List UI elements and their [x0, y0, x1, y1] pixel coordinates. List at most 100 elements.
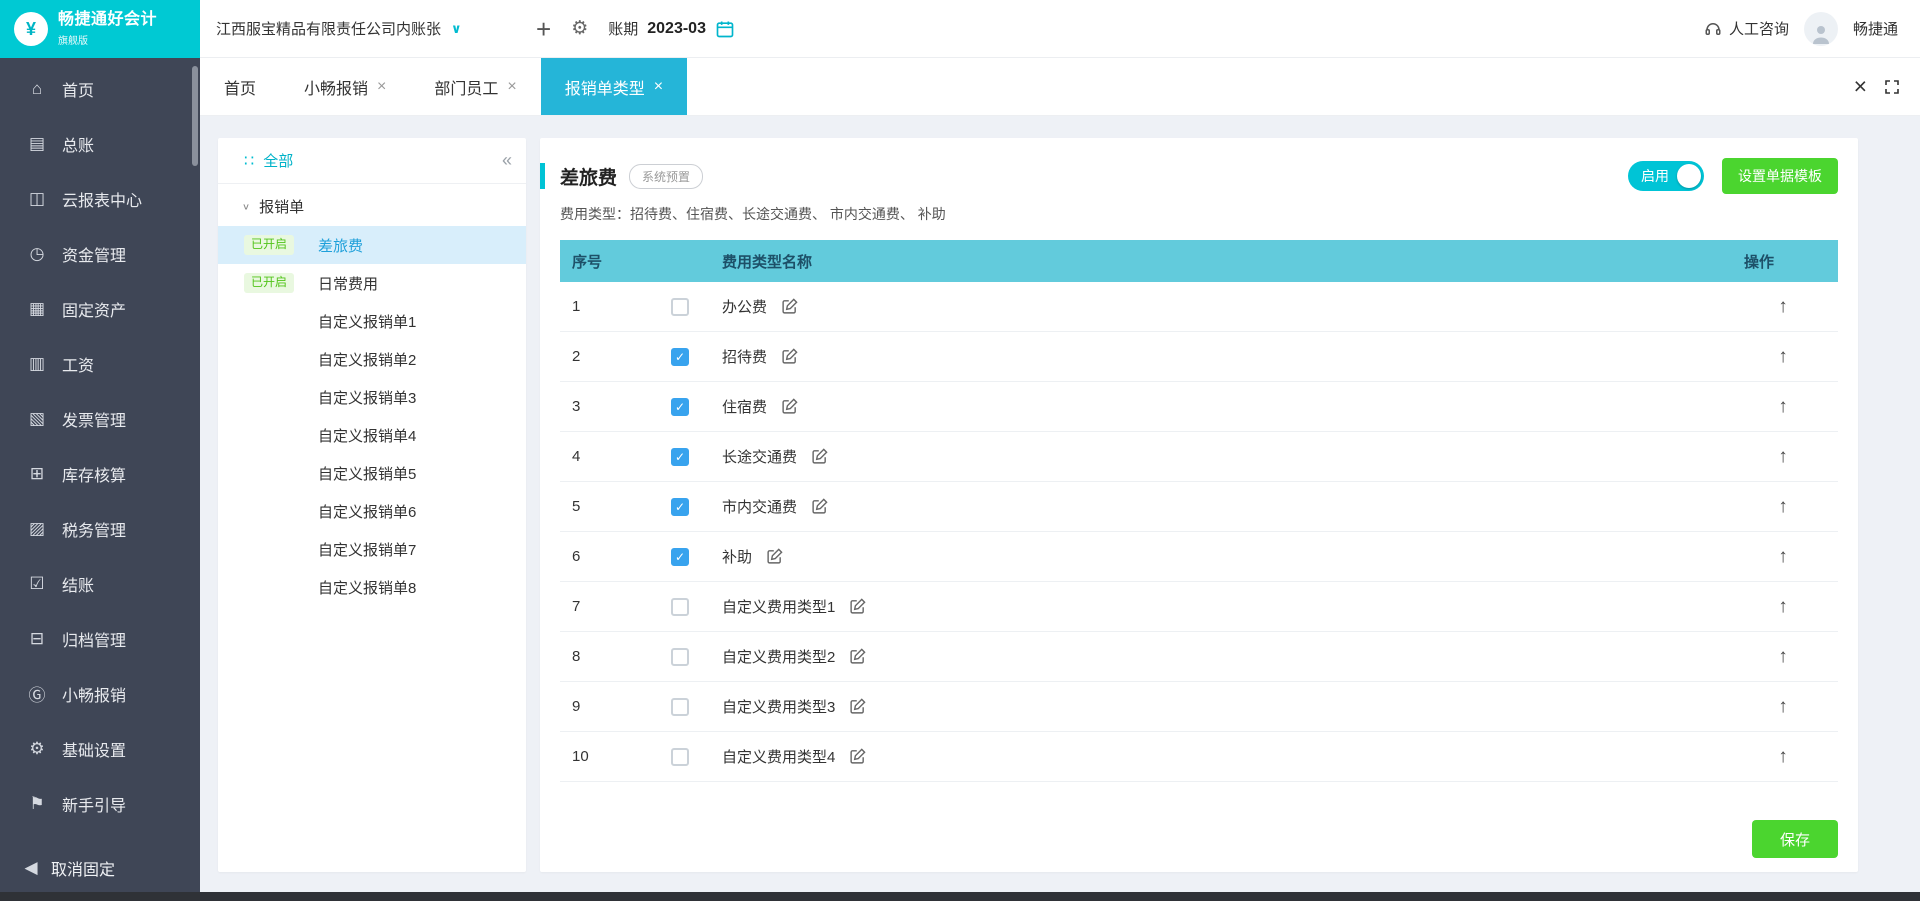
- sidebar-item[interactable]: ▧ 发票管理: [0, 391, 200, 446]
- move-up-icon[interactable]: ↑: [1778, 497, 1788, 516]
- tab[interactable]: 报销单类型 ×: [540, 58, 688, 115]
- sidebar-item[interactable]: ▤ 总账: [0, 116, 200, 171]
- edit-icon[interactable]: [849, 598, 866, 615]
- edit-icon[interactable]: [781, 348, 798, 365]
- app-logo[interactable]: ¥ 畅捷通好会计 旗舰版: [0, 0, 200, 58]
- enabled-badge: 已开启: [244, 273, 295, 293]
- edit-icon[interactable]: [849, 748, 866, 765]
- tree-item[interactable]: 自定义报销单7: [218, 530, 526, 568]
- support-link[interactable]: 人工咨询: [1704, 18, 1789, 39]
- sidebar-item[interactable]: ▨ 税务管理: [0, 501, 200, 556]
- tab-close-icon[interactable]: ×: [377, 78, 386, 95]
- edit-icon[interactable]: [811, 498, 828, 515]
- row-checkbox-cell: ✓: [650, 447, 710, 466]
- gear-icon[interactable]: ⚙: [571, 19, 588, 38]
- company-selector[interactable]: 江西服宝精品有限责任公司内账张 ∨: [216, 18, 516, 39]
- enable-toggle[interactable]: 启用: [1628, 161, 1704, 191]
- tree-item-label: 自定义报销单6: [318, 503, 417, 521]
- edit-icon[interactable]: [781, 298, 798, 315]
- sidebar-item[interactable]: ☑ 结账: [0, 556, 200, 611]
- period-selector[interactable]: 账期 2023-03: [608, 18, 735, 39]
- unpin-sidebar-button[interactable]: ◀ 取消固定: [0, 844, 200, 892]
- calendar-icon[interactable]: [715, 19, 735, 39]
- move-up-icon[interactable]: ↑: [1778, 297, 1788, 316]
- tree-item[interactable]: 自定义报销单2: [218, 340, 526, 378]
- tab-close-icon[interactable]: ×: [507, 78, 516, 95]
- sidebar-item-label: 结账: [62, 577, 95, 595]
- row-checkbox[interactable]: ✓: [671, 347, 689, 366]
- row-checkbox[interactable]: ✓: [671, 397, 689, 416]
- row-checkbox[interactable]: ✓: [671, 297, 689, 316]
- horizontal-scrollbar[interactable]: [0, 892, 1920, 901]
- sidebar: ⌂ 首页 ▤ 总账 ◫ 云报表中心 ◷ 资金管理 ▦ 固定资产 ▥ 工资 ▧ 发…: [0, 58, 200, 892]
- fullscreen-icon[interactable]: [1884, 79, 1900, 95]
- move-up-icon[interactable]: ↑: [1778, 697, 1788, 716]
- tab[interactable]: 首页 ×: [200, 58, 280, 115]
- tree-item[interactable]: 自定义报销单3: [218, 378, 526, 416]
- save-button[interactable]: 保存: [1752, 820, 1838, 858]
- template-settings-button[interactable]: 设置单据模板: [1722, 158, 1838, 194]
- edit-icon[interactable]: [766, 548, 783, 565]
- sidebar-item[interactable]: ⚙ 基础设置: [0, 721, 200, 776]
- row-checkbox[interactable]: ✓: [671, 447, 689, 466]
- close-icon[interactable]: ×: [1854, 75, 1867, 98]
- table-row: 8 ✓ 自定义费用类型2 ↑: [560, 632, 1838, 682]
- move-up-icon[interactable]: ↑: [1778, 447, 1788, 466]
- move-up-icon[interactable]: ↑: [1778, 547, 1788, 566]
- sidebar-item[interactable]: ⊞ 库存核算: [0, 446, 200, 501]
- chevron-down-icon: ∨: [451, 20, 462, 36]
- sidebar-item[interactable]: ◷ 资金管理: [0, 226, 200, 281]
- add-button[interactable]: +: [536, 16, 551, 42]
- user-name[interactable]: 畅捷通: [1853, 18, 1898, 39]
- row-name-cell: 住宿费: [710, 396, 1728, 417]
- move-up-icon[interactable]: ↑: [1778, 747, 1788, 766]
- row-checkbox[interactable]: ✓: [671, 497, 689, 516]
- row-checkbox[interactable]: ✓: [671, 647, 689, 666]
- tree-all-link[interactable]: 全部: [263, 150, 293, 171]
- tree-item[interactable]: 自定义报销单8: [218, 568, 526, 606]
- tree-item[interactable]: 自定义报销单6: [218, 492, 526, 530]
- edit-icon[interactable]: [781, 398, 798, 415]
- row-checkbox[interactable]: ✓: [671, 547, 689, 566]
- table-row: 7 ✓ 自定义费用类型1 ↑: [560, 582, 1838, 632]
- move-up-icon[interactable]: ↑: [1778, 647, 1788, 666]
- row-checkbox[interactable]: ✓: [671, 597, 689, 616]
- sidebar-item[interactable]: ⚑ 新手引导: [0, 776, 200, 831]
- tree-group-expense-forms[interactable]: ∨ 报销单: [218, 186, 526, 226]
- expense-types-summary: 费用类型：招待费、住宿费、长途交通费、 市内交通费、 补助: [560, 206, 946, 222]
- row-checkbox[interactable]: ✓: [671, 747, 689, 766]
- avatar[interactable]: [1803, 11, 1838, 46]
- collapse-panel-icon[interactable]: «: [502, 150, 512, 171]
- tree-item[interactable]: 自定义报销单5: [218, 454, 526, 492]
- tree-item[interactable]: 自定义报销单4: [218, 416, 526, 454]
- move-up-icon[interactable]: ↑: [1778, 397, 1788, 416]
- tab-close-icon[interactable]: ×: [654, 78, 663, 95]
- tree-item[interactable]: 自定义报销单1: [218, 302, 526, 340]
- move-up-icon[interactable]: ↑: [1778, 347, 1788, 366]
- tab[interactable]: 部门员工 ×: [410, 58, 540, 115]
- move-up-icon[interactable]: ↑: [1778, 597, 1788, 616]
- edit-icon[interactable]: [811, 448, 828, 465]
- edit-icon[interactable]: [849, 698, 866, 715]
- sidebar-item[interactable]: ▥ 工资: [0, 336, 200, 391]
- sidebar-item[interactable]: ⌂ 首页: [0, 61, 200, 116]
- sidebar-scrollbar[interactable]: [192, 66, 198, 166]
- tree-item[interactable]: 已开启 日常费用: [218, 264, 526, 302]
- tree-item[interactable]: 已开启 差旅费: [218, 226, 526, 264]
- sidebar-item[interactable]: ◫ 云报表中心: [0, 171, 200, 226]
- sidebar-item-label: 工资: [62, 357, 95, 375]
- sidebar-item-icon: ▧: [28, 408, 46, 428]
- sidebar-item[interactable]: ⊟ 归档管理: [0, 611, 200, 666]
- enabled-badge: 已开启: [244, 235, 295, 255]
- page-title: 差旅费: [560, 167, 618, 189]
- row-action-cell: ↑: [1728, 747, 1838, 766]
- sidebar-item[interactable]: Ⓖ 小畅报销: [0, 666, 200, 721]
- tab[interactable]: 小畅报销 ×: [280, 58, 410, 115]
- sidebar-item[interactable]: ▦ 固定资产: [0, 281, 200, 336]
- row-checkbox[interactable]: ✓: [671, 697, 689, 716]
- edit-icon[interactable]: [849, 648, 866, 665]
- sidebar-item-icon: ☑: [29, 573, 45, 593]
- tree-item-label: 差旅费: [318, 237, 364, 255]
- row-checkbox-cell: ✓: [650, 647, 710, 666]
- sidebar-item[interactable]: ♛ 好会员: [0, 831, 200, 844]
